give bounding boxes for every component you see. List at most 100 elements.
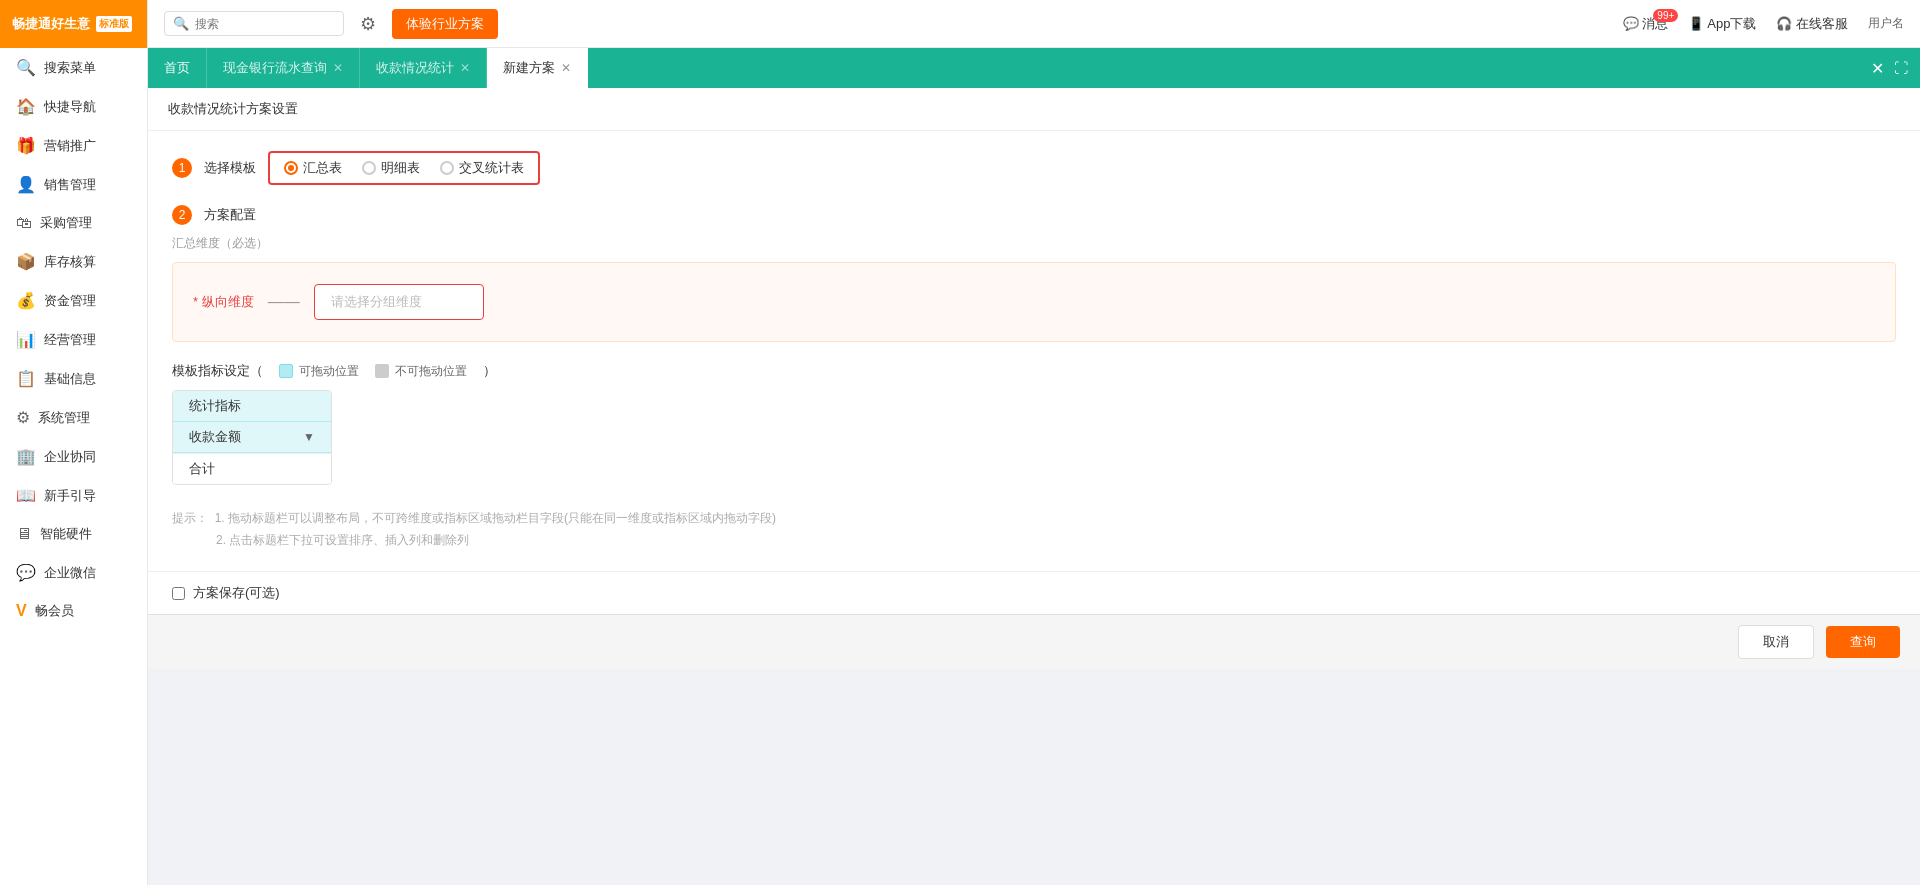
radio-dot-detail xyxy=(362,161,376,175)
tabbar-actions: ✕ ⛶ xyxy=(1871,59,1920,78)
radio-summary[interactable]: 汇总表 xyxy=(284,159,342,177)
radio-detail-label: 明细表 xyxy=(381,159,420,177)
sidebar-item-member[interactable]: V 畅会员 xyxy=(0,592,147,630)
settings-icon[interactable]: ⚙ xyxy=(360,13,376,35)
search-input[interactable] xyxy=(195,17,325,31)
step1-badge: 1 xyxy=(172,158,192,178)
indicator-section-title: 模板指标设定（ xyxy=(172,362,263,380)
tip-text-2: 2. 点击标题栏下拉可设置排序、插入列和删除列 xyxy=(172,530,1896,552)
sidebar-item-label: 库存核算 xyxy=(44,253,96,271)
bell-icon: 💬 xyxy=(1623,16,1639,31)
indicator-table: 统计指标 收款金额 ▼ 合计 xyxy=(172,390,332,485)
sidebar-item-purchase[interactable]: 🛍 采购管理 xyxy=(0,204,147,242)
close-icon[interactable]: ✕ xyxy=(460,61,470,75)
sidebar-item-label: 企业微信 xyxy=(44,564,96,582)
search-icon: 🔍 xyxy=(173,16,189,31)
sidebar-item-smart-hw[interactable]: 🖥 智能硬件 xyxy=(0,515,147,553)
sidebar-item-marketing[interactable]: 🎁 营销推广 xyxy=(0,126,147,165)
sidebar-item-finance[interactable]: 💰 资金管理 xyxy=(0,281,147,320)
sidebar-item-wechat[interactable]: 💬 企业微信 xyxy=(0,553,147,592)
tab-collection-stats[interactable]: 收款情况统计 ✕ xyxy=(360,48,487,88)
tabbar: 首页 现金银行流水查询 ✕ 收款情况统计 ✕ 新建方案 ✕ ✕ ⛶ xyxy=(148,48,1920,88)
window-maximize-icon[interactable]: ⛶ xyxy=(1894,60,1908,76)
breadcrumb-text: 收款情况统计方案设置 xyxy=(168,101,298,116)
search-box[interactable]: 🔍 xyxy=(164,11,344,36)
window-close-icon[interactable]: ✕ xyxy=(1871,59,1884,78)
close-icon[interactable]: ✕ xyxy=(561,61,571,75)
tab-bank-flow[interactable]: 现金银行流水查询 ✕ xyxy=(207,48,360,88)
chat-icon: 💬 xyxy=(16,563,36,582)
sidebar-item-sales[interactable]: 👤 销售管理 xyxy=(0,165,147,204)
user-icon: 👤 xyxy=(16,175,36,194)
arrow-icon: —— xyxy=(268,293,300,311)
sidebar-item-enterprise[interactable]: 🏢 企业协同 xyxy=(0,437,147,476)
form-area: 1 选择模板 汇总表 明细表 交叉统计表 xyxy=(148,131,1920,571)
sidebar-item-basic-info[interactable]: 📋 基础信息 xyxy=(0,359,147,398)
page-breadcrumb: 收款情况统计方案设置 xyxy=(148,88,1920,131)
box-icon: 📦 xyxy=(16,252,36,271)
tab-new-scheme[interactable]: 新建方案 ✕ xyxy=(487,48,588,88)
template-radio-group: 汇总表 明细表 交叉统计表 xyxy=(268,151,540,185)
indicator-section: 模板指标设定（ 可拖动位置 不可拖动位置 ） 统计指标 xyxy=(172,362,1896,488)
chart-icon: 📊 xyxy=(16,330,36,349)
sidebar-item-label: 新手引导 xyxy=(44,487,96,505)
notify-bell[interactable]: 💬 消息 99+ xyxy=(1623,15,1669,33)
industry-btn[interactable]: 体验行业方案 xyxy=(392,9,498,39)
tab-collection-stats-label: 收款情况统计 xyxy=(376,59,454,77)
cancel-button[interactable]: 取消 xyxy=(1738,625,1814,659)
sidebar-item-label: 销售管理 xyxy=(44,176,96,194)
tip-text: 提示： 1. 拖动标题栏可以调整布局，不可跨维度或指标区域拖动栏目字段(只能在同… xyxy=(172,508,1896,530)
sidebar-item-inventory[interactable]: 📦 库存核算 xyxy=(0,242,147,281)
bag-icon: 🛍 xyxy=(16,214,32,232)
sidebar-item-system[interactable]: ⚙ 系统管理 xyxy=(0,398,147,437)
indicator-col-payment[interactable]: 收款金额 ▼ xyxy=(173,422,331,453)
dimension-placeholder: 请选择分组维度 xyxy=(331,293,422,311)
tab-home[interactable]: 首页 xyxy=(148,48,207,88)
sidebar-item-quick-nav[interactable]: 🏠 快捷导航 xyxy=(0,87,147,126)
query-button[interactable]: 查询 xyxy=(1826,626,1900,658)
vertical-dim-label: * 纵向维度 xyxy=(193,293,254,311)
app-download[interactable]: 📱 App下载 xyxy=(1688,15,1756,33)
radio-cross-label: 交叉统计表 xyxy=(459,159,524,177)
radio-dot-cross xyxy=(440,161,454,175)
sidebar-item-label: 智能硬件 xyxy=(40,525,92,543)
step1-row: 1 选择模板 汇总表 明细表 交叉统计表 xyxy=(172,151,1896,185)
user-name: 用户名 xyxy=(1868,15,1904,32)
logo-badge: 标准版 xyxy=(96,16,132,32)
legend-non-drag: 不可拖动位置 xyxy=(375,363,467,380)
indicator-col-total: 合计 xyxy=(173,453,331,484)
gear-icon: ⚙ xyxy=(16,408,30,427)
home-icon: 🏠 xyxy=(16,97,36,116)
sidebar-item-label: 畅会员 xyxy=(35,602,74,620)
non-drag-legend-box xyxy=(375,364,389,378)
sidebar-item-label: 经营管理 xyxy=(44,331,96,349)
radio-detail[interactable]: 明细表 xyxy=(362,159,420,177)
online-service[interactable]: 🎧 在线客服 xyxy=(1776,15,1848,33)
footer-bar: 取消 查询 xyxy=(148,614,1920,669)
sidebar-item-label: 搜索菜单 xyxy=(44,59,96,77)
dimension-select[interactable]: 请选择分组维度 xyxy=(314,284,484,320)
topbar: 🔍 ⚙ 体验行业方案 💬 消息 99+ 📱 App下载 🎧 在线客服 用户名 xyxy=(148,0,1920,48)
sidebar-item-search-menu[interactable]: 🔍 搜索菜单 xyxy=(0,48,147,87)
tab-bank-flow-label: 现金银行流水查询 xyxy=(223,59,327,77)
sidebar-item-label: 资金管理 xyxy=(44,292,96,310)
tips-area: 提示： 1. 拖动标题栏可以调整布局，不可跨维度或指标区域拖动栏目字段(只能在同… xyxy=(172,508,1896,551)
content-area: 收款情况统计方案设置 1 选择模板 汇总表 明细表 xyxy=(148,88,1920,885)
legend-draggable: 可拖动位置 xyxy=(279,363,359,380)
radio-dot-summary xyxy=(284,161,298,175)
save-checkbox[interactable] xyxy=(172,587,185,600)
sidebar-item-label: 采购管理 xyxy=(40,214,92,232)
sidebar-item-newbie[interactable]: 📖 新手引导 xyxy=(0,476,147,515)
save-label: 方案保存(可选) xyxy=(193,584,280,602)
headset-icon: 🎧 xyxy=(1776,16,1792,31)
sidebar-item-operation[interactable]: 📊 经营管理 xyxy=(0,320,147,359)
close-icon[interactable]: ✕ xyxy=(333,61,343,75)
dimension-area: * 纵向维度 —— 请选择分组维度 xyxy=(172,262,1896,342)
topbar-right: 💬 消息 99+ 📱 App下载 🎧 在线客服 用户名 xyxy=(1623,15,1904,33)
indicator-close-paren: ） xyxy=(483,362,496,380)
chevron-down-icon[interactable]: ▼ xyxy=(303,430,315,444)
draggable-legend-box xyxy=(279,364,293,378)
radio-cross[interactable]: 交叉统计表 xyxy=(440,159,524,177)
logo: 畅捷通好生意 标准版 xyxy=(0,0,147,48)
indicator-table-header[interactable]: 统计指标 xyxy=(173,391,331,422)
